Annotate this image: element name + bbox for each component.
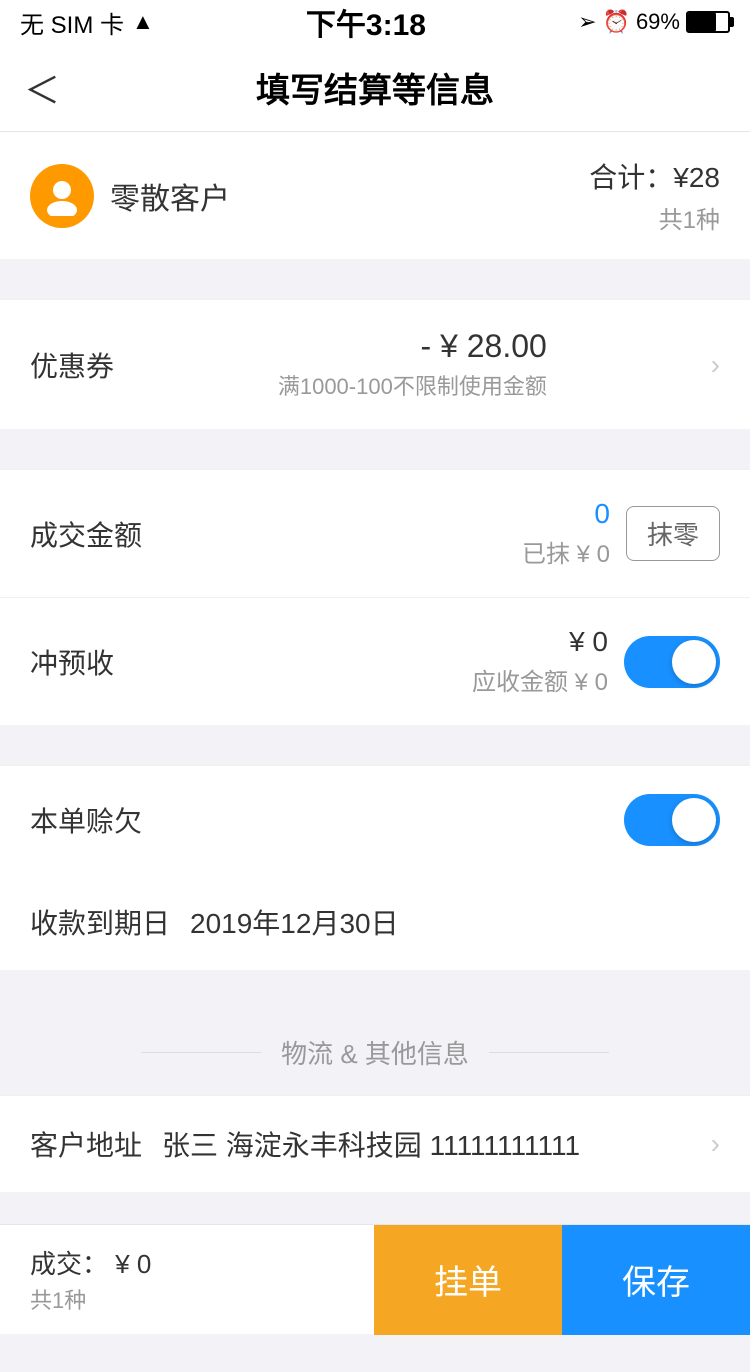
- credit-label: 本单赊欠: [30, 800, 142, 840]
- bottom-count: 共1种: [30, 1283, 344, 1315]
- credit-row: 本单赊欠: [0, 765, 750, 874]
- separator-3: [0, 745, 750, 765]
- battery-percent: 69%: [636, 9, 680, 35]
- coupon-amount: - ¥ 28.00: [278, 328, 547, 365]
- separator-1: [0, 279, 750, 299]
- customer-left: 零散客户: [30, 164, 230, 228]
- address-label: 客户地址: [30, 1124, 142, 1164]
- due-date-value: 2019年12月30日: [190, 902, 399, 942]
- divider-line-right: [489, 1052, 609, 1053]
- address-card: 客户地址 张三 海淀永丰科技园 11111111111 ›: [0, 1095, 750, 1192]
- status-right: ➢ ⏰ 69%: [578, 9, 730, 35]
- logistics-section: 物流 & 其他信息: [0, 1010, 750, 1095]
- deal-text: 成交：: [30, 1249, 108, 1279]
- credit-toggle[interactable]: [624, 794, 720, 846]
- prepaid-toggle[interactable]: [624, 636, 720, 688]
- deal-amount: ¥ 0: [115, 1249, 151, 1279]
- coupon-card: 优惠券 - ¥ 28.00 满1000-100不限制使用金额 ›: [0, 299, 750, 429]
- coupon-row[interactable]: 优惠券 - ¥ 28.00 满1000-100不限制使用金额 ›: [0, 299, 750, 429]
- transaction-value: 0: [522, 498, 610, 530]
- coupon-description: 满1000-100不限制使用金额: [278, 369, 547, 401]
- due-date-label: 收款到期日: [30, 902, 170, 942]
- transaction-value-group: 0 已抹 ¥ 0: [522, 498, 610, 569]
- transaction-right: 0 已抹 ¥ 0 抹零: [522, 498, 720, 569]
- avatar: [30, 164, 94, 228]
- transaction-row: 成交金额 0 已抹 ¥ 0 抹零: [0, 469, 750, 597]
- logistics-label: 物流 & 其他信息: [281, 1034, 469, 1071]
- wifi-icon: ▲: [132, 9, 154, 35]
- status-bar: 无 SIM 卡 ▲ 下午3:18 ➢ ⏰ 69%: [0, 0, 750, 44]
- prepaid-label: 冲预收: [30, 642, 114, 682]
- save-button[interactable]: 保存: [562, 1225, 750, 1335]
- status-left: 无 SIM 卡 ▲: [20, 5, 154, 40]
- address-chevron-icon: ›: [711, 1128, 720, 1160]
- coupon-label: 优惠券: [30, 345, 114, 385]
- round-off-button[interactable]: 抹零: [626, 506, 720, 561]
- coupon-chevron-icon: ›: [711, 349, 720, 381]
- page-title: 填写结算等信息: [256, 63, 494, 112]
- credit-right: [624, 794, 720, 846]
- credit-toggle-knob: [672, 798, 716, 842]
- total-count: 共1种: [589, 200, 720, 235]
- bottom-deal-label: 成交： ¥ 0: [30, 1244, 344, 1281]
- customer-name: 零散客户: [110, 174, 230, 218]
- divider-line-left: [141, 1052, 261, 1053]
- nav-bar: ＜ 填写结算等信息: [0, 44, 750, 132]
- transaction-card: 成交金额 0 已抹 ¥ 0 抹零 冲预收 ¥ 0 应收金额 ¥ 0: [0, 469, 750, 725]
- coupon-right: - ¥ 28.00 满1000-100不限制使用金额: [278, 328, 547, 401]
- pending-button[interactable]: 挂单: [374, 1225, 562, 1335]
- customer-total: 合计：¥28 共1种: [589, 156, 720, 235]
- transaction-label: 成交金额: [30, 514, 142, 554]
- prepaid-value-group: ¥ 0 应收金额 ¥ 0: [472, 626, 608, 697]
- no-sim-text: 无 SIM 卡: [20, 5, 124, 40]
- alarm-icon: ⏰: [603, 9, 630, 35]
- status-time: 下午3:18: [306, 0, 426, 44]
- battery-icon: [686, 11, 730, 33]
- prepaid-row: 冲预收 ¥ 0 应收金额 ¥ 0: [0, 597, 750, 725]
- prepaid-value: ¥ 0: [472, 626, 608, 658]
- separator-2: [0, 449, 750, 469]
- toggle-knob: [672, 640, 716, 684]
- bottom-bar: 成交： ¥ 0 共1种 挂单 保存: [0, 1224, 750, 1334]
- address-row[interactable]: 客户地址 张三 海淀永丰科技园 11111111111 ›: [0, 1095, 750, 1192]
- prepaid-right: ¥ 0 应收金额 ¥ 0: [472, 626, 720, 697]
- customer-row: 零散客户 合计：¥28 共1种: [0, 132, 750, 259]
- address-value: 张三 海淀永丰科技园 11111111111: [162, 1124, 711, 1164]
- location-icon: ➢: [578, 9, 596, 35]
- credit-card: 本单赊欠 收款到期日 2019年12月30日: [0, 765, 750, 970]
- avatar-icon: [42, 176, 82, 216]
- back-button[interactable]: ＜: [24, 62, 60, 114]
- prepaid-receivable: 应收金额 ¥ 0: [472, 662, 608, 697]
- total-amount: 合计：¥28: [589, 156, 720, 196]
- main-content: 零散客户 合计：¥28 共1种 优惠券 - ¥ 28.00 满1000-100不…: [0, 132, 750, 1372]
- customer-card: 零散客户 合计：¥28 共1种: [0, 132, 750, 259]
- transaction-deducted: 已抹 ¥ 0: [522, 534, 610, 569]
- separator-4: [0, 990, 750, 1010]
- due-date-row: 收款到期日 2019年12月30日: [0, 874, 750, 970]
- bottom-summary: 成交： ¥ 0 共1种: [0, 1244, 374, 1315]
